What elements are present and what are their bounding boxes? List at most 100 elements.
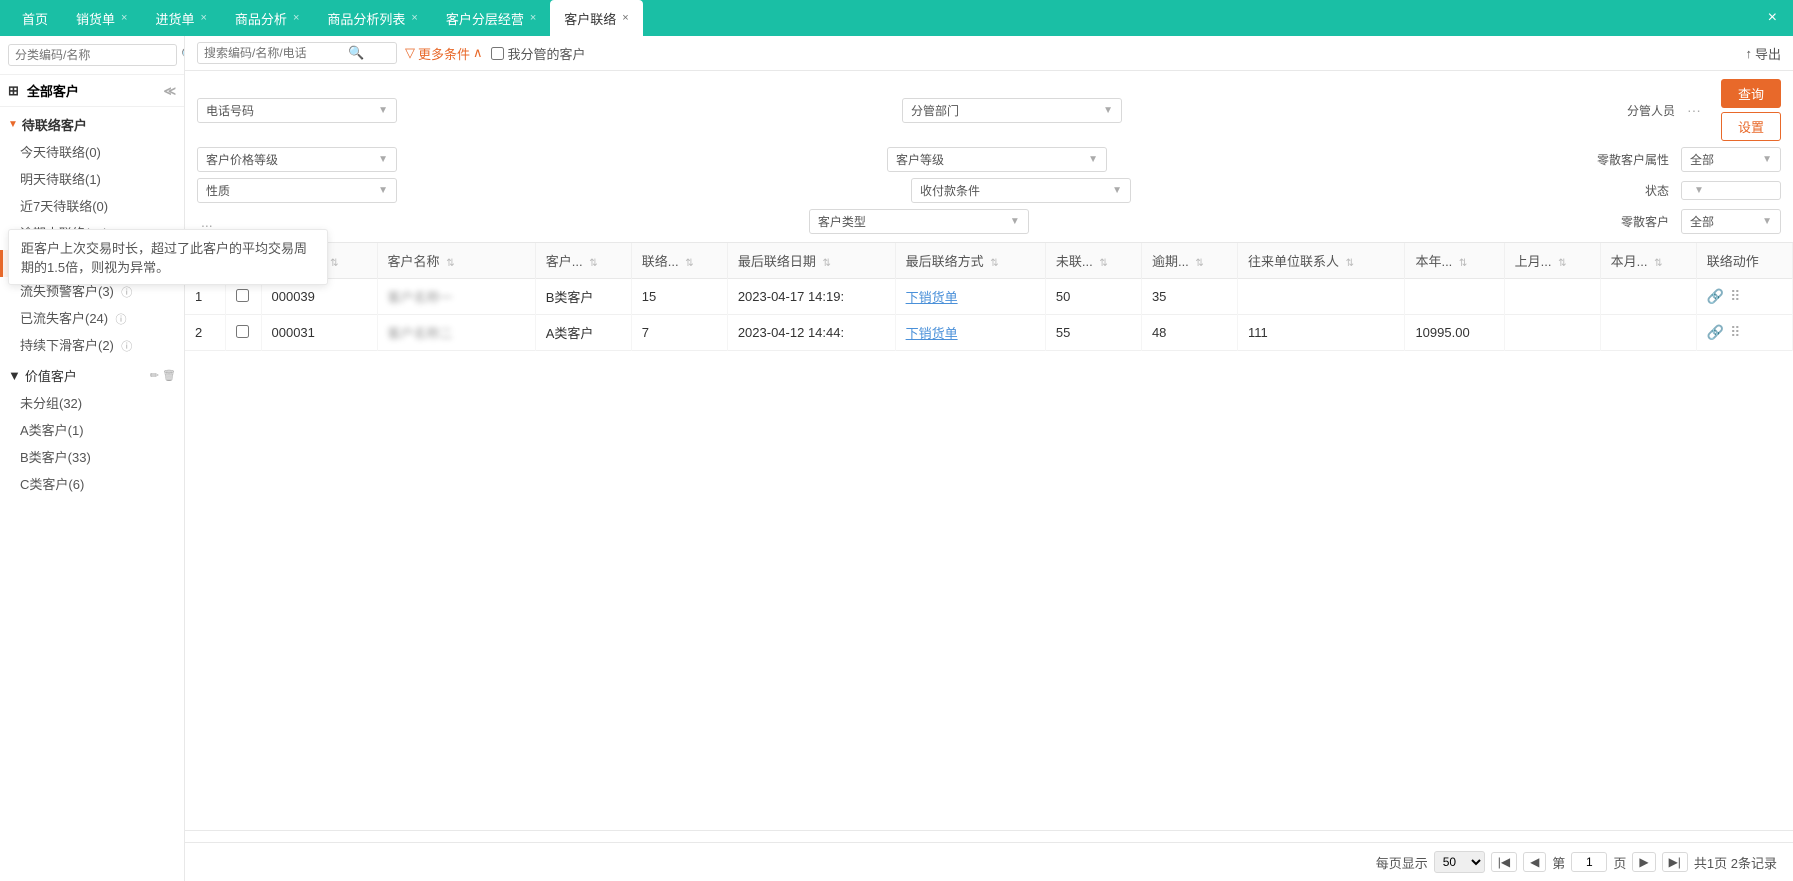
page-size-select[interactable]: 50 100 200 — [1434, 851, 1485, 873]
nav-sales-close[interactable]: × — [121, 12, 127, 24]
main-search-input[interactable] — [204, 46, 344, 60]
nav-contact-close[interactable]: × — [622, 12, 628, 24]
nav-purchase-close[interactable]: × — [200, 12, 206, 24]
last-page-btn[interactable]: ▶| — [1662, 852, 1688, 872]
row1-method-link[interactable]: 下销货单 — [906, 290, 958, 305]
nav-segment-close[interactable]: × — [530, 12, 536, 24]
customer-type-filter[interactable]: 客户类型 ▼ — [809, 209, 1029, 234]
nav-purchase[interactable]: 进货单 × — [141, 0, 220, 36]
query-btn[interactable]: 查询 — [1721, 79, 1781, 108]
nav-sales[interactable]: 销货单 × — [62, 0, 141, 36]
sort-contact-icon[interactable]: ⇅ — [685, 258, 693, 269]
row2-action-icons: 🔗 ⠿ — [1707, 324, 1782, 341]
nav-analysis-close[interactable]: × — [293, 12, 299, 24]
nav-customer-segment[interactable]: 客户分层经营 × — [432, 0, 550, 36]
row2-this-month — [1600, 315, 1696, 351]
pagination: 每页显示 50 100 200 |◀ ◀ 第 页 ▶ ▶| 共1页 2条记录 — [185, 842, 1793, 881]
nav-home[interactable]: 首页 — [8, 0, 62, 36]
row1-select[interactable] — [236, 289, 249, 302]
nav-analysis-list-close[interactable]: × — [411, 12, 417, 24]
row2-name-blurred: 客户名称二 — [388, 326, 453, 341]
horizontal-scrollbar[interactable] — [185, 830, 1793, 842]
sidebar-7days[interactable]: 近7天待联络(0) — [0, 192, 184, 219]
row1-link-icon[interactable]: 🔗 — [1707, 288, 1724, 305]
edit-icon[interactable]: ✏ 🗑 — [150, 369, 176, 382]
search-box: 🔍 — [197, 42, 397, 64]
gender-arrow: ▼ — [378, 185, 388, 196]
prev-page-btn[interactable]: ◀ — [1523, 852, 1546, 872]
sort-type-icon[interactable]: ⇅ — [589, 258, 597, 269]
sidebar-declining[interactable]: 持续下滑客户(2) ⓘ — [0, 331, 184, 358]
row2-link-icon[interactable]: 🔗 — [1707, 324, 1724, 341]
sidebar-pending-title[interactable]: ▼ 待联络客户 — [0, 111, 184, 138]
price-level-filter[interactable]: 客户价格等级 ▼ — [197, 147, 397, 172]
filter-row-2: 客户价格等级 ▼ 客户等级 ▼ 零散客户属性 全部 ▼ — [197, 147, 1781, 172]
hscroll-inner — [185, 831, 1793, 832]
sort-lmonth-icon[interactable]: ⇅ — [1558, 258, 1566, 269]
close-all-btn[interactable]: × — [1760, 9, 1785, 27]
row2-dots-icon[interactable]: ⠿ — [1730, 324, 1740, 341]
status-filter[interactable]: ▼ — [1681, 181, 1781, 200]
customer-level-filter[interactable]: 客户等级 ▼ — [887, 147, 1107, 172]
nav-customer-contact[interactable]: 客户联络 × — [550, 0, 642, 36]
status-arrow: ▼ — [1694, 185, 1704, 196]
nav-analysis-list[interactable]: 商品分析列表 × — [313, 0, 431, 36]
row2-select[interactable] — [236, 325, 249, 338]
sort-method-icon[interactable]: ⇅ — [990, 258, 998, 269]
sort-uncontacted-icon[interactable]: ⇅ — [1099, 258, 1107, 269]
sidebar-tomorrow[interactable]: 明天待联络(1) — [0, 165, 184, 192]
row1-last-month — [1504, 279, 1600, 315]
next-page-btn[interactable]: ▶ — [1632, 852, 1655, 872]
info-icon-2: ⓘ — [115, 314, 126, 326]
row2-this-year: 10995.00 — [1405, 315, 1504, 351]
phone-filter[interactable]: 电话号码 ▼ — [197, 98, 397, 123]
sidebar-search-input[interactable] — [8, 44, 177, 66]
page-unit-label: 页 — [1613, 853, 1626, 872]
retail-customer-filter[interactable]: 全部 ▼ — [1681, 209, 1781, 234]
sort-code-icon[interactable]: ⇅ — [330, 258, 338, 269]
first-page-btn[interactable]: |◀ — [1491, 852, 1517, 872]
sidebar-churned[interactable]: 已流失客户(24) ⓘ — [0, 304, 184, 331]
row4-dots[interactable]: ... — [201, 214, 213, 230]
sort-name-icon[interactable]: ⇅ — [446, 258, 454, 269]
more-conditions-btn[interactable]: ▽ 更多条件 ∧ — [405, 44, 483, 63]
sidebar-unclassified[interactable]: 未分组(32) — [0, 389, 184, 416]
page-number-input[interactable] — [1571, 852, 1607, 872]
payment-filter[interactable]: 收付款条件 ▼ — [911, 178, 1131, 203]
sort-contacts-icon[interactable]: ⇅ — [1346, 258, 1354, 269]
retail-attr-filter[interactable]: 全部 ▼ — [1681, 147, 1781, 172]
content-area: 🔍 ▽ 更多条件 ∧ 我分管的客户 ↑ 导出 电话号码 ▼ — [185, 36, 1793, 881]
settings-btn[interactable]: 设置 — [1721, 112, 1781, 141]
row1-dots-icon[interactable]: ⠿ — [1730, 288, 1740, 305]
sidebar-class-b[interactable]: B类客户(33) — [0, 443, 184, 470]
filter-icon: ▽ — [405, 45, 415, 61]
my-customers-checkbox[interactable] — [491, 47, 504, 60]
price-arrow: ▼ — [378, 154, 388, 165]
sidebar-today[interactable]: 今天待联络(0) — [0, 138, 184, 165]
sidebar-value-title[interactable]: ▼ 价值客户 ✏ 🗑 — [0, 362, 184, 389]
department-filter[interactable]: 分管部门 ▼ — [902, 98, 1122, 123]
export-btn[interactable]: ↑ 导出 — [1745, 44, 1781, 63]
sort-overdue-icon[interactable]: ⇅ — [1195, 258, 1203, 269]
export-icon: ↑ — [1745, 46, 1752, 61]
table-wrapper: ⚙ 客户编码 ⇅ 客户名称 ⇅ — [185, 243, 1793, 830]
row2-contacts: 111 — [1238, 315, 1405, 351]
sort-year-icon[interactable]: ⇅ — [1459, 258, 1467, 269]
th-last-date: 最后联络日期 ⇅ — [727, 243, 895, 279]
sidebar-class-a[interactable]: A类客户(1) — [0, 416, 184, 443]
gender-filter[interactable]: 性质 ▼ — [197, 178, 397, 203]
sidebar-collapse-btn[interactable]: ≪ — [163, 84, 176, 98]
person-dots[interactable]: ··· — [1687, 102, 1701, 118]
sidebar-class-c[interactable]: C类客户(6) — [0, 470, 184, 497]
sort-tmonth-icon[interactable]: ⇅ — [1654, 258, 1662, 269]
per-page-label: 每页显示 — [1376, 853, 1428, 872]
arrow-icon: ▼ — [8, 119, 18, 130]
row2-contact-count: 7 — [631, 315, 727, 351]
th-overdue: 逾期... ⇅ — [1141, 243, 1237, 279]
main-search-icon[interactable]: 🔍 — [348, 45, 364, 61]
row2-method-link[interactable]: 下销货单 — [906, 326, 958, 341]
nav-analysis[interactable]: 商品分析 × — [221, 0, 313, 36]
row2-actions: 🔗 ⠿ — [1696, 315, 1792, 351]
dept-arrow: ▼ — [1103, 105, 1113, 116]
sort-date-icon[interactable]: ⇅ — [822, 258, 830, 269]
